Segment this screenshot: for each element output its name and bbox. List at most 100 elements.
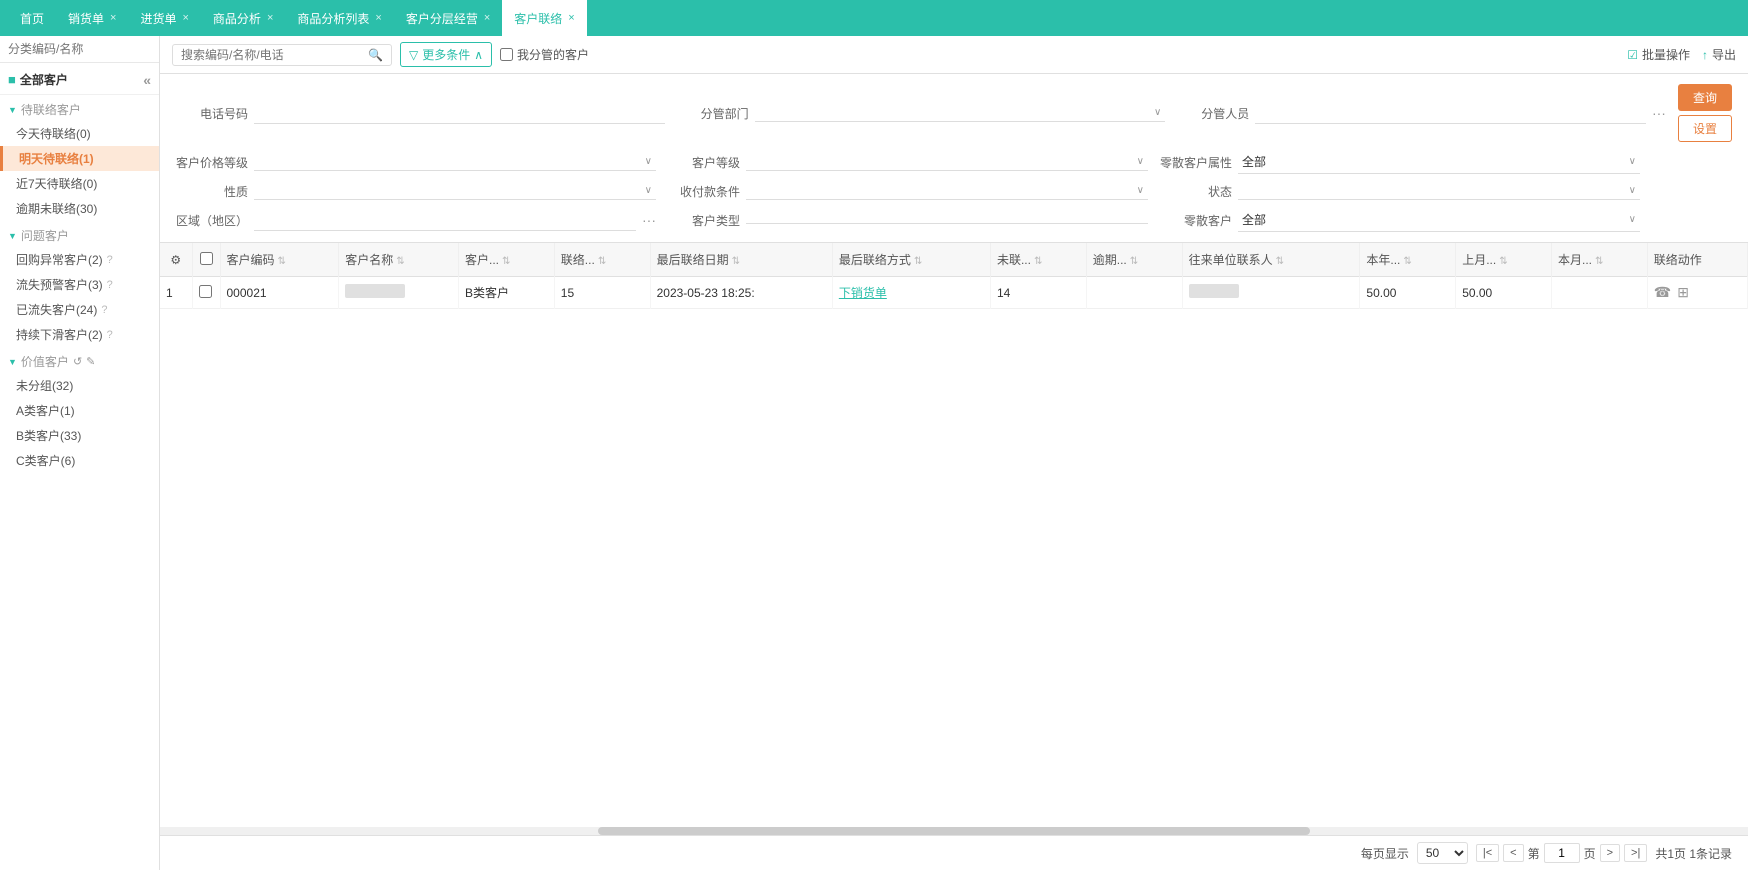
- row-code: 000021: [220, 277, 339, 309]
- filter-region-dots[interactable]: ···: [642, 212, 656, 228]
- sort-icon-lastmonth[interactable]: ⇅: [1499, 256, 1507, 267]
- filter-retail-attr: 零散客户属性 全部 ∨: [1160, 150, 1640, 174]
- nav-product-analysis-list-close[interactable]: ×: [375, 12, 381, 24]
- set-button[interactable]: 设置: [1678, 115, 1732, 142]
- chevron-down-icon-8: ∨: [1629, 214, 1636, 225]
- per-page-select[interactable]: 50 100 200: [1417, 842, 1468, 864]
- row-not-contacted: 14: [990, 277, 1086, 309]
- sidebar-item-ungrouped[interactable]: 未分组(32): [0, 373, 159, 398]
- nav-purchase-order-close[interactable]: ×: [182, 12, 188, 24]
- prev-page-btn[interactable]: <: [1503, 844, 1523, 862]
- nav-customer-contact[interactable]: 客户联络 ×: [502, 0, 586, 36]
- value-edit-icon[interactable]: ✎: [86, 355, 95, 368]
- th-this-month: 本月...⇅: [1551, 243, 1647, 277]
- sidebar-collapse-icon[interactable]: «: [143, 72, 151, 88]
- sidebar-item-b-customers[interactable]: B类客户(33): [0, 423, 159, 448]
- nav-customer-tier[interactable]: 客户分层经营 ×: [394, 0, 502, 36]
- nav-product-analysis-close[interactable]: ×: [267, 12, 273, 24]
- help-icon-1[interactable]: ?: [107, 279, 113, 291]
- action-grid-icon[interactable]: ⊞: [1677, 284, 1689, 301]
- filter-payment-select[interactable]: ∨: [746, 182, 1148, 200]
- row-name: [339, 277, 459, 309]
- sidebar-item-churned[interactable]: 已流失客户(24) ?: [0, 297, 159, 322]
- sidebar-item-c-customers[interactable]: C类客户(6): [0, 448, 159, 473]
- export-btn[interactable]: ↑ 导出: [1702, 46, 1736, 63]
- sort-icon-month[interactable]: ⇅: [1595, 256, 1603, 267]
- filter-dept-select[interactable]: ∨: [755, 104, 1166, 122]
- sort-icon-type[interactable]: ⇅: [502, 256, 510, 267]
- sidebar-item-a-customers[interactable]: A类客户(1): [0, 398, 159, 423]
- first-page-btn[interactable]: |<: [1476, 844, 1499, 862]
- my-customers-check-input[interactable]: [500, 48, 513, 61]
- help-icon-3[interactable]: ?: [107, 329, 113, 341]
- sort-icon-uncontacted[interactable]: ⇅: [1034, 256, 1042, 267]
- sidebar-search-input[interactable]: [8, 42, 160, 56]
- page-nav: |< < 第 页 > >|: [1476, 843, 1647, 863]
- sort-icon-name[interactable]: ⇅: [396, 256, 404, 267]
- filter-retail-select[interactable]: 全部 ∨: [1238, 208, 1640, 232]
- filter-manager-dots[interactable]: ···: [1652, 105, 1666, 121]
- nav-customer-contact-close[interactable]: ×: [568, 12, 574, 24]
- nav-sales-order-close[interactable]: ×: [110, 12, 116, 24]
- filter-region-input[interactable]: [254, 210, 636, 231]
- last-page-btn[interactable]: >|: [1624, 844, 1647, 862]
- filter-price-level-select[interactable]: ∨: [254, 153, 656, 171]
- page-input[interactable]: [1544, 843, 1580, 863]
- help-icon-0[interactable]: ?: [107, 254, 113, 266]
- nav-customer-tier-close[interactable]: ×: [484, 12, 490, 24]
- more-filters-btn[interactable]: ▽ 更多条件 ∧: [400, 42, 492, 67]
- filter-retail-attr-select[interactable]: 全部 ∨: [1238, 150, 1640, 174]
- nav-product-analysis-list[interactable]: 商品分析列表 ×: [285, 0, 393, 36]
- sort-icon-overdue[interactable]: ⇅: [1130, 256, 1138, 267]
- filter-row-3: 性质 ∨ 收付款条件 ∨ 状态: [176, 182, 1732, 200]
- filter-manager-input[interactable]: [1255, 103, 1646, 124]
- row-check-input[interactable]: [199, 285, 212, 298]
- filter-customer-type-select[interactable]: [746, 217, 1148, 224]
- sidebar-all-customers[interactable]: ■ 全部客户 «: [0, 63, 159, 95]
- nav-product-analysis[interactable]: 商品分析 ×: [201, 0, 285, 36]
- my-customers-checkbox[interactable]: 我分管的客户: [500, 46, 589, 63]
- horizontal-scrollbar[interactable]: [360, 827, 1548, 835]
- sort-icon-code[interactable]: ⇅: [278, 256, 286, 267]
- top-nav: 首页 销货单 × 进货单 × 商品分析 × 商品分析列表 × 客户分层经营 × …: [0, 0, 1748, 36]
- row-checkbox[interactable]: [192, 277, 220, 309]
- query-button[interactable]: 查询: [1678, 84, 1732, 111]
- th-last-contact-method: 最后联络方式⇅: [832, 243, 990, 277]
- sidebar-pending-section: 待联络客户: [0, 95, 159, 121]
- chevron-down-icon-2: ∨: [645, 156, 652, 167]
- sidebar-item-today[interactable]: 今天待联络(0): [0, 121, 159, 146]
- sort-icon-method[interactable]: ⇅: [914, 256, 922, 267]
- sidebar-item-declining[interactable]: 持续下滑客户(2) ?: [0, 322, 159, 347]
- th-settings[interactable]: ⚙: [160, 243, 192, 277]
- row-last-month: 50.00: [1456, 277, 1552, 309]
- sidebar-item-repurchase-abnormal[interactable]: 回购异常客户(2) ?: [0, 247, 159, 272]
- th-checkbox[interactable]: [192, 243, 220, 277]
- sidebar-item-tomorrow[interactable]: 明天待联络(1): [0, 146, 159, 171]
- value-refresh-icon[interactable]: ↺: [73, 355, 82, 368]
- nav-home[interactable]: 首页: [8, 0, 56, 36]
- sidebar-item-churn-warning[interactable]: 流失预警客户(3) ?: [0, 272, 159, 297]
- filter-nature-select[interactable]: ∨: [254, 182, 656, 200]
- nav-sales-order[interactable]: 销货单 ×: [56, 0, 128, 36]
- next-page-btn[interactable]: >: [1600, 844, 1620, 862]
- sort-icon-year[interactable]: ⇅: [1403, 256, 1411, 267]
- sidebar-item-7days[interactable]: 近7天待联络(0): [0, 171, 159, 196]
- table-header-row: ⚙ 客户编码⇅ 客户名称⇅ 客户...⇅ 联络...⇅ 最后联络日期⇅ 最后联络…: [160, 243, 1748, 277]
- select-all-checkbox[interactable]: [200, 252, 213, 265]
- filter-customer-level-select[interactable]: ∨: [746, 153, 1148, 171]
- action-phone-icon[interactable]: ☎: [1654, 284, 1671, 301]
- filter-status-select[interactable]: ∨: [1238, 182, 1640, 200]
- batch-op-btn[interactable]: ☑ 批量操作: [1627, 46, 1690, 63]
- sort-icon-person[interactable]: ⇅: [1276, 256, 1284, 267]
- sort-icon-date[interactable]: ⇅: [732, 256, 740, 267]
- sort-icon-contact[interactable]: ⇅: [598, 256, 606, 267]
- help-icon-2[interactable]: ?: [101, 304, 107, 316]
- filter-phone-input[interactable]: [254, 103, 665, 124]
- th-customer-code: 客户编码⇅: [220, 243, 339, 277]
- sidebar-item-overdue[interactable]: 逾期未联络(30): [0, 196, 159, 221]
- search-icon[interactable]: 🔍: [368, 48, 383, 62]
- nav-purchase-order[interactable]: 进货单 ×: [128, 0, 200, 36]
- row-last-method[interactable]: 下销货单: [832, 277, 990, 309]
- scrollbar-thumb[interactable]: [598, 827, 1311, 835]
- search-input[interactable]: [181, 48, 368, 62]
